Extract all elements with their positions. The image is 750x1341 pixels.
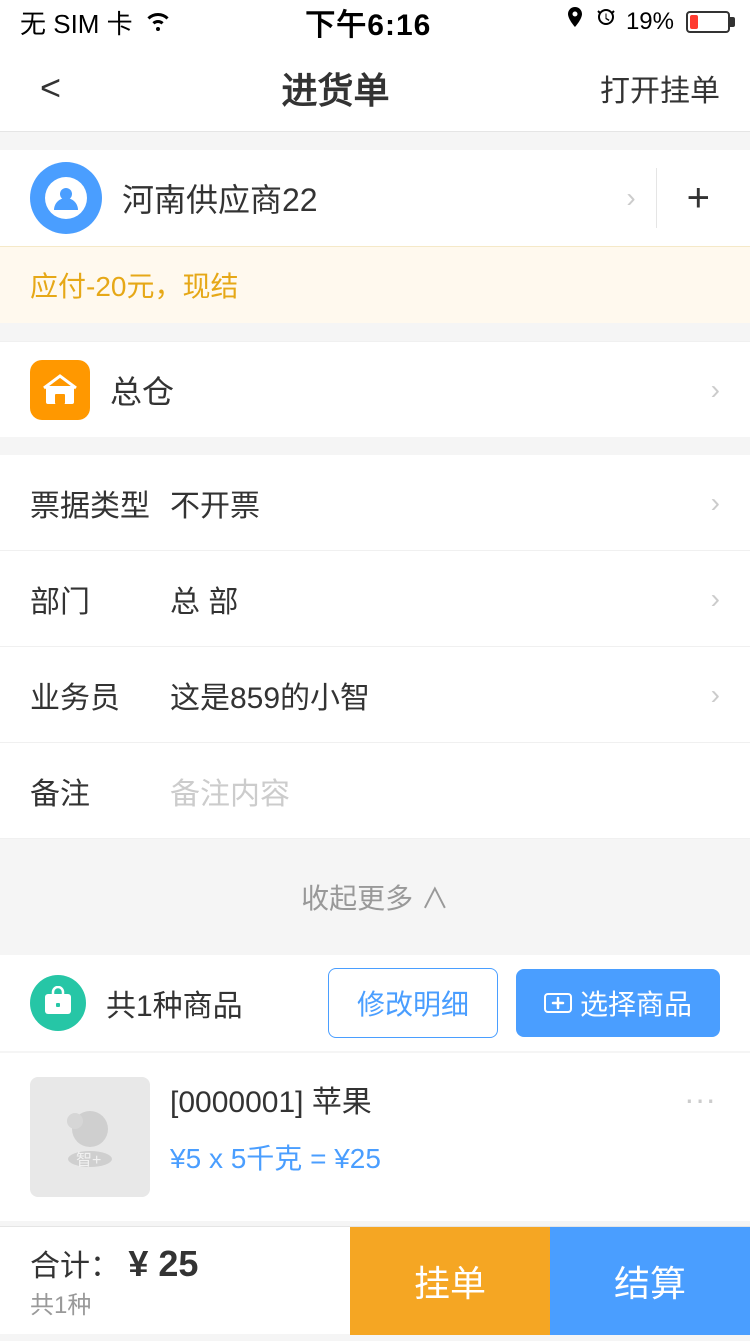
- supplier-section: 河南供应商22 › + 应付-20元，现结: [0, 150, 750, 323]
- total-label: 合计：: [30, 1250, 120, 1283]
- supplier-avatar: [30, 162, 102, 234]
- product-title: 苹果: [312, 1086, 372, 1119]
- location-icon: [564, 7, 586, 38]
- footer-total-row: 合计： ¥ 25: [30, 1241, 320, 1285]
- supplier-chevron-icon: ›: [626, 182, 635, 214]
- back-button[interactable]: <: [30, 57, 71, 119]
- product-calc: ¥5 x 5千克 = ¥25: [170, 1137, 660, 1177]
- total-count: 共1种: [30, 1285, 320, 1320]
- product-more-button[interactable]: ···: [680, 1077, 720, 1122]
- warehouse-chevron-icon: ›: [711, 374, 720, 406]
- hang-button[interactable]: 挂单: [350, 1227, 550, 1335]
- remark-placeholder[interactable]: 备注内容: [170, 769, 290, 813]
- nav-bar: < 进货单 打开挂单: [0, 44, 750, 132]
- supplier-row[interactable]: 河南供应商22 › +: [0, 150, 750, 246]
- total-amount: ¥ 25: [128, 1243, 198, 1284]
- invoice-type-label: 票据类型: [30, 481, 170, 525]
- product-item: 智+ [0000001] 苹果 ¥5 x 5千克 = ¥25 ···: [0, 1053, 750, 1221]
- status-bar: 无 SIM 卡 下午6:16 19%: [0, 0, 750, 44]
- department-chevron-icon: ›: [711, 583, 720, 615]
- footer-total: 合计： ¥ 25 共1种: [0, 1241, 350, 1320]
- product-multiply: x: [209, 1143, 231, 1174]
- avatar-icon: [45, 177, 87, 219]
- invoice-type-row[interactable]: 票据类型 不开票 ›: [0, 455, 750, 551]
- wifi-icon: [143, 7, 173, 38]
- collapse-toggle[interactable]: 收起更多 ∧: [0, 857, 750, 937]
- supplier-name: 河南供应商22: [122, 175, 626, 221]
- warehouse-row[interactable]: 总仓 ›: [0, 341, 750, 437]
- open-hang-button[interactable]: 打开挂单: [600, 66, 720, 110]
- supplier-notice: 应付-20元，现结: [0, 246, 750, 323]
- product-count-label: 共1种商品: [106, 981, 328, 1025]
- collapse-label: 收起更多 ∧: [301, 877, 449, 917]
- page-title: 进货单: [282, 62, 390, 114]
- product-qty: 5千克: [231, 1143, 303, 1174]
- alarm-icon: [594, 7, 618, 38]
- warehouse-name: 总仓: [110, 367, 711, 413]
- product-thumbnail: 智+: [30, 1077, 150, 1197]
- department-value: 总 部: [170, 577, 711, 621]
- invoice-type-chevron-icon: ›: [711, 487, 720, 519]
- product-code: [0000001]: [170, 1086, 303, 1119]
- product-name: [0000001] 苹果: [170, 1077, 660, 1121]
- carrier-label: 无 SIM 卡: [20, 4, 133, 41]
- form-section: 票据类型 不开票 › 部门 总 部 › 业务员 这是859的小智 › 备注 备注…: [0, 455, 750, 839]
- select-product-button[interactable]: 选择商品: [516, 969, 720, 1037]
- status-right: 19%: [564, 7, 730, 38]
- salesperson-value: 这是859的小智: [170, 673, 711, 717]
- product-icon: [30, 975, 86, 1031]
- battery-icon: [686, 11, 730, 33]
- status-time: 下午6:16: [305, 0, 431, 44]
- svg-text:智+: 智+: [76, 1151, 101, 1169]
- department-label: 部门: [30, 577, 170, 621]
- checkout-button[interactable]: 结算: [550, 1227, 750, 1335]
- product-price: ¥5: [170, 1143, 201, 1174]
- battery-percentage: 19%: [626, 8, 674, 36]
- salesperson-chevron-icon: ›: [711, 679, 720, 711]
- edit-detail-button[interactable]: 修改明细: [328, 968, 498, 1038]
- product-equals: =: [310, 1143, 334, 1174]
- warehouse-section: 总仓 ›: [0, 341, 750, 437]
- salesperson-row[interactable]: 业务员 这是859的小智 ›: [0, 647, 750, 743]
- supplier-divider: [656, 168, 657, 228]
- product-header: 共1种商品 修改明细 选择商品: [0, 955, 750, 1051]
- remark-row[interactable]: 备注 备注内容: [0, 743, 750, 839]
- department-row[interactable]: 部门 总 部 ›: [0, 551, 750, 647]
- footer-bar: 合计： ¥ 25 共1种 挂单 结算: [0, 1226, 750, 1334]
- warehouse-icon: [30, 360, 90, 420]
- product-info: [0000001] 苹果 ¥5 x 5千克 = ¥25: [170, 1077, 660, 1177]
- remark-label: 备注: [30, 769, 170, 813]
- invoice-type-value: 不开票: [170, 481, 711, 525]
- status-left: 无 SIM 卡: [20, 4, 173, 41]
- product-total: ¥25: [334, 1143, 381, 1174]
- salesperson-label: 业务员: [30, 673, 170, 717]
- select-product-label: 选择商品: [580, 983, 692, 1023]
- add-supplier-button[interactable]: +: [677, 166, 720, 231]
